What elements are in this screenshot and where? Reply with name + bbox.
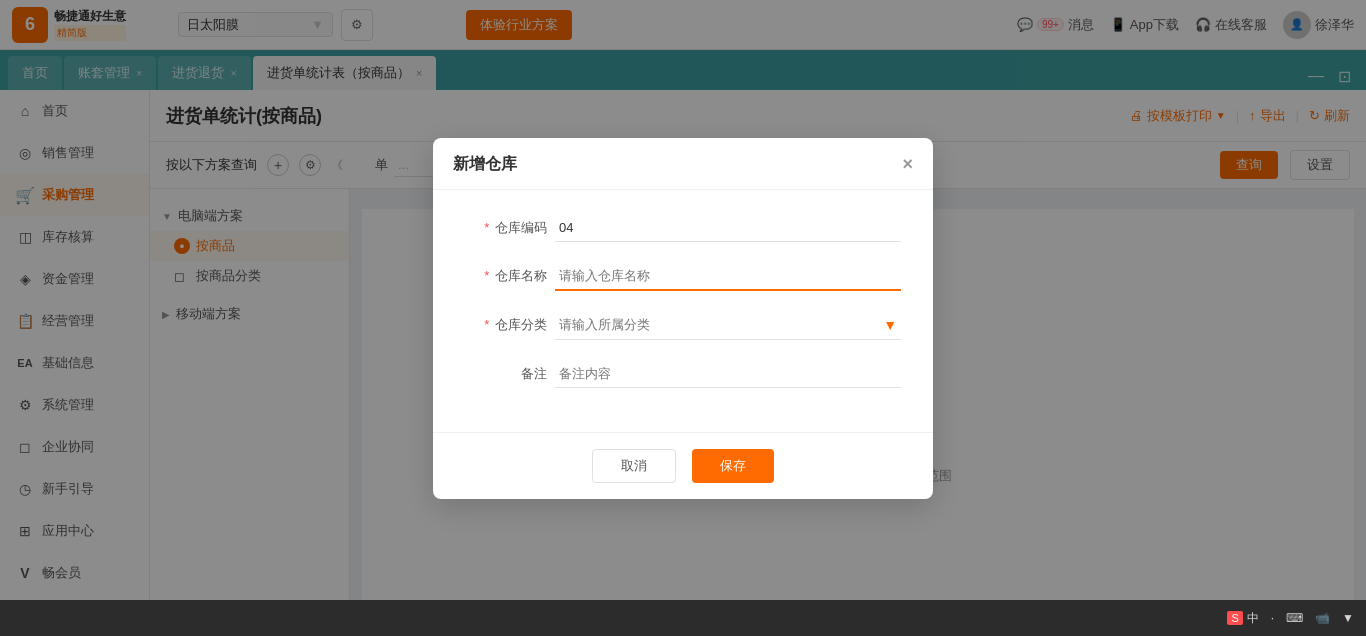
name-label: * 仓库名称: [465, 267, 555, 285]
remark-label: 备注: [465, 365, 555, 383]
category-select-input[interactable]: [559, 317, 883, 332]
modal-close-button[interactable]: ×: [902, 155, 913, 173]
bottom-dot-button[interactable]: ·: [1271, 611, 1274, 625]
remark-input[interactable]: [555, 360, 901, 388]
modal-title: 新增仓库: [453, 154, 517, 175]
keyboard-icon: ⌨: [1286, 611, 1303, 625]
bottom-lang-button[interactable]: S 中: [1227, 610, 1258, 627]
cancel-button[interactable]: 取消: [592, 449, 676, 483]
modal-header: 新增仓库 ×: [433, 138, 933, 190]
category-select-wrap[interactable]: ▼: [555, 311, 901, 340]
arrow-icon: ▼: [1342, 611, 1354, 625]
code-label: * 仓库编码: [465, 219, 555, 237]
camera-icon: 📹: [1315, 611, 1330, 625]
lang-icon: S: [1227, 611, 1242, 625]
bottom-keyboard-button[interactable]: ⌨: [1286, 611, 1303, 625]
dot-icon: ·: [1271, 611, 1274, 625]
bottom-camera-button[interactable]: 📹: [1315, 611, 1330, 625]
save-button[interactable]: 保存: [692, 449, 774, 483]
warehouse-name-input[interactable]: [555, 262, 901, 291]
warehouse-code-input[interactable]: [555, 214, 901, 242]
modal-overlay[interactable]: 新增仓库 × * 仓库编码 * 仓库名称: [0, 0, 1366, 636]
form-row-category: * 仓库分类 ▼: [465, 311, 901, 340]
lang-label: 中: [1247, 610, 1259, 627]
category-label: * 仓库分类: [465, 316, 555, 334]
modal-footer: 取消 保存: [433, 432, 933, 499]
bottom-arrow-button[interactable]: ▼: [1342, 611, 1354, 625]
modal-body: * 仓库编码 * 仓库名称 * 仓库分类: [433, 190, 933, 432]
add-warehouse-modal: 新增仓库 × * 仓库编码 * 仓库名称: [433, 138, 933, 499]
bottom-bar: S 中 · ⌨ 📹 ▼: [0, 600, 1366, 636]
form-row-code: * 仓库编码: [465, 214, 901, 242]
category-dropdown-icon: ▼: [883, 317, 897, 333]
form-row-remark: 备注: [465, 360, 901, 388]
form-row-name: * 仓库名称: [465, 262, 901, 291]
